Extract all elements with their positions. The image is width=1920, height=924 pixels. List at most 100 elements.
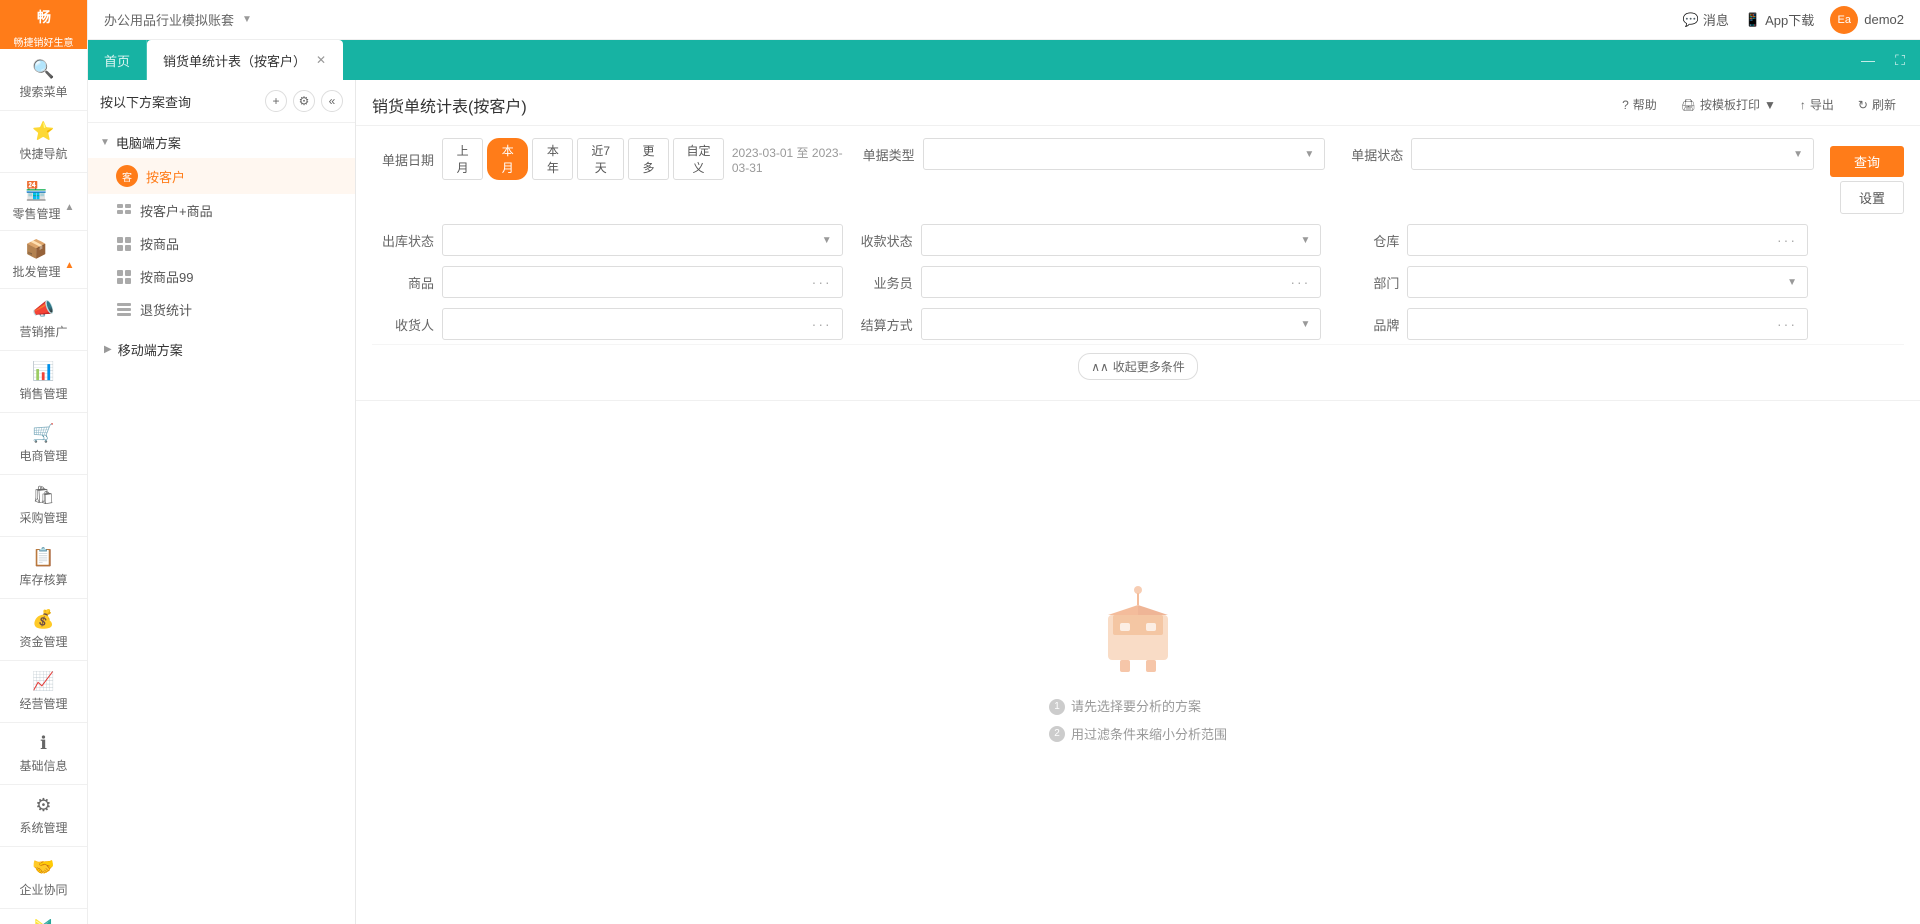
settings-scheme-button[interactable]: ⚙ bbox=[293, 90, 315, 112]
this-month-btn[interactable]: 本月 bbox=[487, 138, 528, 180]
empty-step-1-text: 请先选择要分析的方案 bbox=[1071, 695, 1201, 718]
filter-out-status: 出库状态 ▼ bbox=[372, 224, 843, 256]
sidebar-item-ops[interactable]: 📈 经营管理 bbox=[0, 661, 88, 723]
download-icon: 📱 bbox=[1745, 12, 1761, 28]
add-scheme-button[interactable]: + bbox=[265, 90, 287, 112]
filter-warehouse: 仓库 ··· bbox=[1329, 224, 1816, 256]
message-button[interactable]: 💬 消息 bbox=[1683, 10, 1729, 29]
customer-goods-icon bbox=[116, 203, 132, 219]
tab-bar-actions: — ⛶ bbox=[1856, 48, 1912, 72]
page-header-actions: ? 帮助 🖨 按模板打印 ▼ ↑ 导出 ↻ 刷新 bbox=[1614, 92, 1904, 117]
tab-sales-stat-label: 销货单统计表（按客户） bbox=[163, 51, 306, 70]
order-type-select[interactable]: ▼ bbox=[923, 138, 1326, 170]
sidebar-item-retail-mgmt[interactable]: 🏪 零售管理 ▲ bbox=[0, 173, 88, 231]
tab-close-icon[interactable]: ✕ bbox=[316, 53, 326, 67]
out-status-select[interactable]: ▼ bbox=[442, 224, 843, 256]
scheme-item-return-stat[interactable]: 退货统计 bbox=[88, 293, 355, 326]
goods-select[interactable]: ··· bbox=[442, 266, 843, 298]
settlement-select[interactable]: ▼ bbox=[921, 308, 1322, 340]
warehouse-select[interactable]: ··· bbox=[1407, 224, 1808, 256]
salesperson-dots-icon: ··· bbox=[1290, 274, 1310, 290]
help-icon: ? bbox=[1622, 98, 1629, 112]
refresh-label: 刷新 bbox=[1872, 96, 1896, 113]
order-status-select[interactable]: ▼ bbox=[1411, 138, 1814, 170]
sidebar-item-label: 企业协同 bbox=[19, 881, 67, 898]
sidebar-item-inventory[interactable]: 📋 库存核算 bbox=[0, 537, 88, 599]
page-header: 销货单统计表(按客户) ? 帮助 🖨 按模板打印 ▼ ↑ 导出 bbox=[356, 80, 1920, 126]
consignee-select[interactable]: ··· bbox=[442, 308, 843, 340]
app-download-button[interactable]: 📱 App下载 bbox=[1745, 10, 1814, 29]
refresh-icon: ↻ bbox=[1858, 98, 1868, 112]
expand-arrow-icon: ▲ bbox=[65, 260, 75, 271]
export-button[interactable]: ↑ 导出 bbox=[1792, 92, 1842, 117]
empty-step-2: 2 用过滤条件来缩小分析范围 bbox=[1049, 723, 1227, 746]
scheme-item-by-goods-99[interactable]: 按商品99 bbox=[88, 260, 355, 293]
custom-btn[interactable]: 自定义 bbox=[673, 138, 724, 180]
order-type-label: 单据类型 bbox=[853, 145, 923, 164]
order-status-arrow-icon: ▼ bbox=[1793, 149, 1803, 160]
sidebar-item-basic-info[interactable]: ℹ 基础信息 bbox=[0, 723, 88, 785]
this-year-btn[interactable]: 本年 bbox=[532, 138, 573, 180]
receipt-status-select[interactable]: ▼ bbox=[921, 224, 1322, 256]
finance-icon: 💰 bbox=[32, 609, 54, 630]
scheme-item-by-customer-goods[interactable]: 按客户+商品 bbox=[88, 194, 355, 227]
scheme-item-by-customer[interactable]: 客 按客户 bbox=[88, 158, 355, 194]
empty-state: 1 请先选择要分析的方案 2 用过滤条件来缩小分析范围 bbox=[356, 401, 1920, 924]
tab-sales-stat[interactable]: 销货单统计表（按客户） ✕ bbox=[147, 40, 343, 80]
more-btn[interactable]: 更多 bbox=[628, 138, 669, 180]
collapse-scheme-button[interactable]: « bbox=[321, 90, 343, 112]
scheme-panel-header: 按以下方案查询 + ⚙ « bbox=[88, 80, 355, 123]
user-profile[interactable]: Ea demo2 bbox=[1830, 6, 1904, 34]
sidebar-item-search-menu[interactable]: 🔍 搜索菜单 bbox=[0, 49, 88, 111]
sidebar-item-wholesale-mgmt[interactable]: 📦 批发管理 ▲ bbox=[0, 231, 88, 289]
template-print-button[interactable]: 🖨 按模板打印 ▼ bbox=[1673, 92, 1784, 117]
help-button[interactable]: ? 帮助 bbox=[1614, 92, 1665, 117]
scheme-item-by-goods[interactable]: 按商品 bbox=[88, 227, 355, 260]
app-logo[interactable]: 畅 畅捷销好生意 bbox=[0, 0, 88, 49]
tab-home[interactable]: 首页 bbox=[88, 40, 147, 80]
scheme-item-label: 退货统计 bbox=[140, 300, 192, 319]
sidebar-item-purchase[interactable]: 🛍 采购管理 bbox=[0, 475, 88, 537]
sidebar-item-marketing[interactable]: 📣 营销推广 bbox=[0, 289, 88, 351]
query-button[interactable]: 查询 bbox=[1830, 146, 1904, 177]
goods-dots-icon: ··· bbox=[812, 274, 832, 290]
settings-button[interactable]: 设置 bbox=[1840, 181, 1904, 214]
sidebar-item-system[interactable]: ⚙ 系统管理 bbox=[0, 785, 88, 847]
settlement-label: 结算方式 bbox=[851, 315, 921, 334]
scheme-group-mobile-header[interactable]: ▶ 移动端方案 bbox=[88, 334, 355, 365]
scheme-group-pc-header[interactable]: ▼ 电脑端方案 bbox=[88, 127, 355, 158]
page-selector[interactable]: 办公用品行业模拟账套 ▼ bbox=[104, 10, 252, 29]
sidebar-item-ecommerce[interactable]: 🛒 电商管理 bbox=[0, 413, 88, 475]
last-7-days-btn[interactable]: 近7天 bbox=[577, 138, 623, 180]
top-header-actions: 💬 消息 📱 App下载 Ea demo2 bbox=[1683, 6, 1904, 34]
sidebar-item-new-user[interactable]: 🔰 新手引导 bbox=[0, 909, 88, 924]
sidebar-item-sales-mgmt[interactable]: 📊 销售管理 bbox=[0, 351, 88, 413]
consignee-label: 收货人 bbox=[372, 315, 442, 334]
tab-maximize-button[interactable]: ⛶ bbox=[1888, 48, 1912, 72]
scheme-panel-title: 按以下方案查询 bbox=[100, 92, 191, 111]
tab-minimize-button[interactable]: — bbox=[1856, 48, 1880, 72]
maximize-icon: ⛶ bbox=[1895, 52, 1905, 69]
sidebar-item-label: 快捷导航 bbox=[19, 145, 67, 162]
receipt-status-label: 收款状态 bbox=[851, 231, 921, 250]
retail-icon: 🏪 bbox=[25, 181, 47, 202]
salesperson-select[interactable]: ··· bbox=[921, 266, 1322, 298]
main-area: 办公用品行业模拟账套 ▼ 💬 消息 📱 App下载 Ea demo2 首页 bbox=[88, 0, 1920, 924]
sidebar-item-finance[interactable]: 💰 资金管理 bbox=[0, 599, 88, 661]
sidebar-item-label: 采购管理 bbox=[19, 509, 67, 526]
last-month-btn[interactable]: 上月 bbox=[442, 138, 483, 180]
department-select[interactable]: ▼ bbox=[1407, 266, 1808, 298]
pc-group-label: 电脑端方案 bbox=[116, 133, 181, 152]
department-label: 部门 bbox=[1337, 273, 1407, 292]
filter-department: 部门 ▼ bbox=[1329, 266, 1816, 298]
brand-select[interactable]: ··· bbox=[1407, 308, 1808, 340]
filter-row-3: 商品 ··· 业务员 ··· 部门 bbox=[372, 266, 1904, 298]
collapse-button[interactable]: ∧∧ 收起更多条件 bbox=[1078, 353, 1198, 380]
refresh-button[interactable]: ↻ 刷新 bbox=[1850, 92, 1904, 117]
scheme-item-label: 按客户 bbox=[146, 167, 185, 186]
action-buttons: 查询 设置 bbox=[1822, 138, 1904, 214]
sidebar-item-enterprise-collab[interactable]: 🤝 企业协同 bbox=[0, 847, 88, 909]
scheme-item-label: 按客户+商品 bbox=[140, 201, 213, 220]
tab-home-label: 首页 bbox=[104, 51, 130, 70]
sidebar-item-quick-nav[interactable]: ⭐ 快捷导航 bbox=[0, 111, 88, 173]
